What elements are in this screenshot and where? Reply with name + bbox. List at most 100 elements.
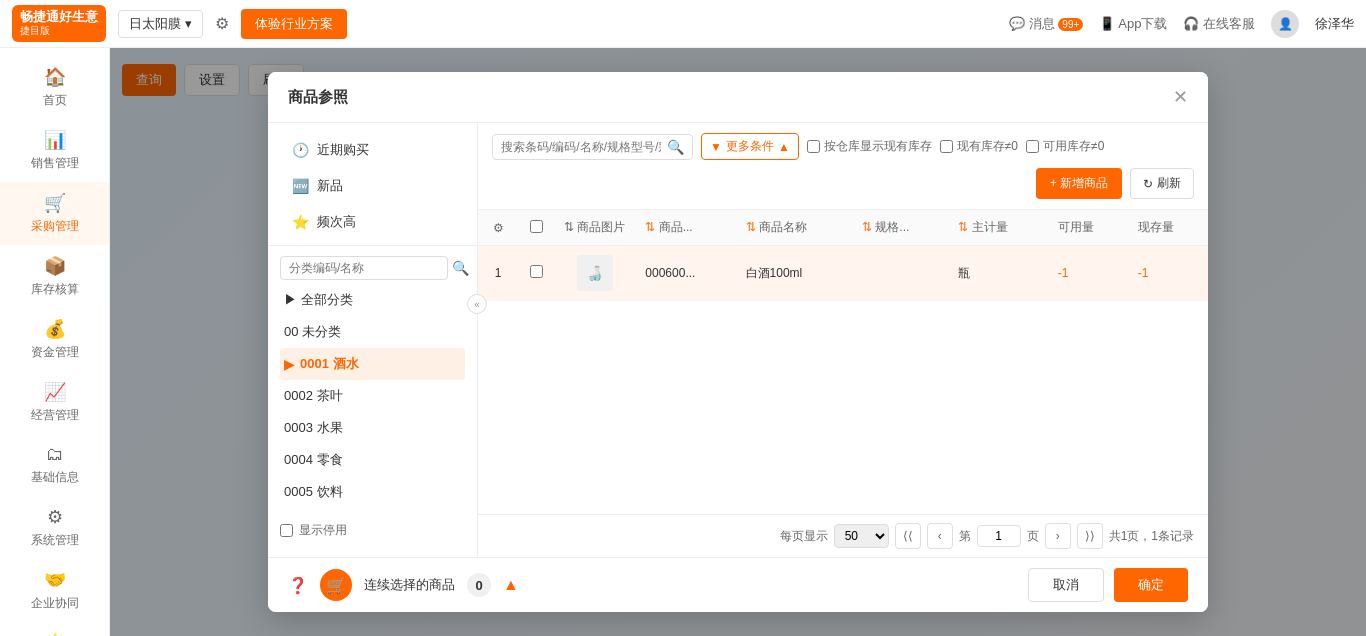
select-all-checkbox[interactable]	[530, 220, 543, 233]
online-service[interactable]: 🎧 在线客服	[1183, 15, 1255, 33]
table-settings-icon[interactable]: ⚙	[493, 221, 504, 235]
page-suffix: 页	[1027, 528, 1039, 545]
brand-selector[interactable]: 日太阳膜 ▾	[118, 10, 203, 38]
app-icon: 📱	[1099, 16, 1115, 31]
show-disabled-checkbox[interactable]	[280, 524, 293, 537]
sidebar-item-label: 采购管理	[31, 218, 79, 235]
first-page-button[interactable]: ⟨⟨	[895, 523, 921, 549]
business-icon: 📈	[44, 381, 66, 403]
stock-not-zero-checkbox[interactable]	[940, 140, 953, 153]
cancel-button[interactable]: 取消	[1028, 568, 1104, 602]
menu-item-new[interactable]: 🆕 新品	[280, 169, 465, 203]
page-input[interactable]	[977, 525, 1021, 547]
refresh-icon: ↻	[1143, 177, 1153, 191]
sidebar-item-label: 库存核算	[31, 281, 79, 298]
sort-icon: ⇅	[746, 220, 756, 234]
menu-item-label: 新品	[317, 177, 343, 195]
category-item-alcohol[interactable]: ▶ 0001 酒水	[280, 348, 465, 380]
category-item-fruit[interactable]: 0003 水果	[280, 412, 465, 444]
by-warehouse-label: 按仓库显示现有库存	[824, 138, 932, 155]
next-page-button[interactable]: ›	[1045, 523, 1071, 549]
available-not-zero-label: 可用库存≠0	[1043, 138, 1104, 155]
sidebar-item-enterprise[interactable]: 🤝 企业协同	[0, 559, 109, 622]
user-avatar: 👤	[1271, 10, 1299, 38]
prev-page-button[interactable]: ‹	[927, 523, 953, 549]
col-setting: ⚙	[478, 210, 518, 246]
help-icon[interactable]: ❓	[288, 576, 308, 595]
star-icon: ⭐	[292, 214, 309, 230]
sidebar-item-label: 基础信息	[31, 469, 79, 486]
menu-item-label: 频次高	[317, 213, 356, 231]
category-search-input[interactable]	[280, 256, 448, 280]
modal-title: 商品参照	[288, 88, 348, 107]
show-disabled: 显示停用	[268, 514, 477, 547]
last-page-button[interactable]: ⟩⟩	[1077, 523, 1103, 549]
row-checkbox	[518, 246, 554, 301]
confirm-button[interactable]: 确定	[1114, 568, 1188, 602]
sidebar-item-finance[interactable]: 💰 资金管理	[0, 308, 109, 371]
cart-icon[interactable]: 🛒	[320, 569, 352, 601]
menu-item-frequent[interactable]: ⭐ 频次高	[280, 205, 465, 239]
check-available-not-zero: 可用库存≠0	[1026, 138, 1104, 155]
sidebar-item-business[interactable]: 📈 经营管理	[0, 371, 109, 434]
category-item-tea[interactable]: 0002 茶叶	[280, 380, 465, 412]
collapse-icon[interactable]: ▲	[503, 576, 519, 594]
sales-icon: 📊	[44, 129, 66, 151]
sidebar-item-inventory[interactable]: 📦 库存核算	[0, 245, 109, 308]
row-select-checkbox[interactable]	[530, 265, 543, 278]
category-item-snack[interactable]: 0004 零食	[280, 444, 465, 476]
sidebar-item-system[interactable]: ⚙ 系统管理	[0, 496, 109, 559]
chevron-down-icon: ▾	[185, 16, 192, 31]
available-not-zero-checkbox[interactable]	[1026, 140, 1039, 153]
sidebar-item-label: 销售管理	[31, 155, 79, 172]
col-stock-header: 现存量	[1128, 210, 1208, 246]
headset-icon: 🎧	[1183, 16, 1199, 31]
category-item-uncategorized[interactable]: 00 未分类	[280, 316, 465, 348]
cat-item-label: 0002 茶叶	[284, 387, 343, 405]
product-search-icon[interactable]: 🔍	[667, 139, 684, 155]
per-page-select[interactable]: 50 100	[834, 524, 889, 548]
settings-icon[interactable]: ⚙	[215, 14, 229, 33]
by-warehouse-checkbox[interactable]	[807, 140, 820, 153]
pagination: 每页显示 50 100 ⟨⟨ ‹ 第 页 › ⟩⟩	[478, 514, 1208, 557]
menu-item-recent[interactable]: 🕐 近期购买	[280, 133, 465, 167]
top-nav: 畅捷通好生意 捷目版 日太阳膜 ▾ ⚙ 体验行业方案 💬 消息 99+ 📱 Ap…	[0, 0, 1366, 48]
table-row[interactable]: 1 🍶 000600... 白酒100ml	[478, 246, 1208, 301]
product-reference-modal: 商品参照 ✕ 🕐 近期购买 🆕	[268, 72, 1208, 612]
row-unit: 瓶	[948, 246, 1047, 301]
app-download-label: App下载	[1118, 16, 1167, 31]
category-item-all[interactable]: ▶ 全部分类	[280, 284, 465, 316]
trial-button[interactable]: 体验行业方案	[241, 9, 347, 39]
modal-close-button[interactable]: ✕	[1173, 86, 1188, 108]
footer-buttons: 取消 确定	[1028, 568, 1188, 602]
message-label: 消息	[1029, 16, 1055, 31]
sidebar-item-guide[interactable]: 🌟 新手引导	[0, 622, 109, 636]
check-by-warehouse: 按仓库显示现有库存	[807, 138, 932, 155]
sidebar-item-basic[interactable]: 🗂 基础信息	[0, 434, 109, 496]
product-search-input[interactable]	[501, 140, 661, 154]
refresh-button[interactable]: ↻ 刷新	[1130, 168, 1194, 199]
message-area[interactable]: 💬 消息 99+	[1009, 15, 1083, 33]
sidebar-item-home[interactable]: 🏠 首页	[0, 56, 109, 119]
row-image: 🍶	[554, 246, 635, 301]
sidebar-item-sales[interactable]: 📊 销售管理	[0, 119, 109, 182]
modal-overlay: 商品参照 ✕ 🕐 近期购买 🆕	[110, 48, 1366, 636]
app-download[interactable]: 📱 App下载	[1099, 15, 1167, 33]
add-product-button[interactable]: + 新增商品	[1036, 168, 1122, 199]
col-checkbox	[518, 210, 554, 246]
left-panel: 🕐 近期购买 🆕 新品 ⭐ 频次高	[268, 123, 478, 557]
category-search-icon[interactable]: 🔍	[452, 260, 469, 276]
sidebar-item-purchase[interactable]: 🛒 采购管理	[0, 182, 109, 245]
category-list: ▶ 全部分类 00 未分类 ▶ 0001 酒水 0002 茶叶	[268, 284, 477, 514]
left-panel-collapse-button[interactable]: «	[467, 294, 487, 314]
modal-header: 商品参照 ✕	[268, 72, 1208, 123]
category-item-drinks[interactable]: 0005 饮料	[280, 476, 465, 508]
sort-icon: ⇅	[645, 220, 655, 234]
toolbar-right: + 新增商品 ↻ 刷新	[1036, 168, 1194, 199]
row-code: 000600...	[635, 246, 735, 301]
logo-sub: 捷目版	[20, 24, 98, 38]
modal-footer: ❓ 🛒 连续选择的商品 0 ▲ 取消 确定	[268, 557, 1208, 612]
cat-item-label: 0004 零食	[284, 451, 343, 469]
home-icon: 🏠	[44, 66, 66, 88]
filter-more-button[interactable]: ▼ 更多条件 ▲	[701, 133, 799, 160]
